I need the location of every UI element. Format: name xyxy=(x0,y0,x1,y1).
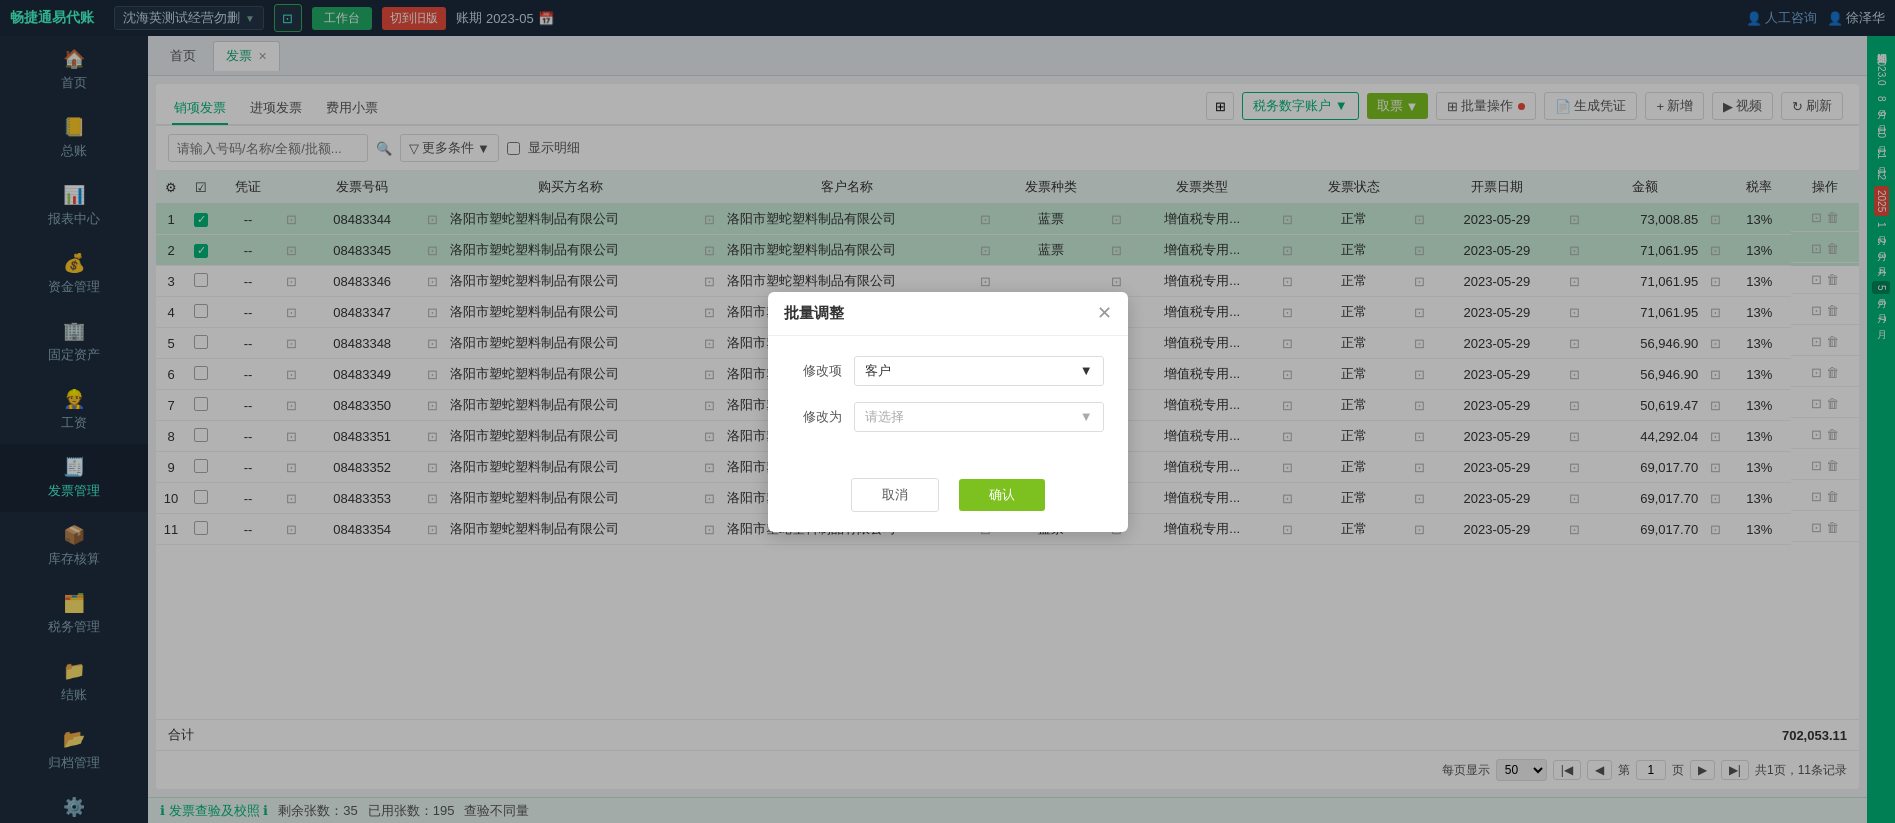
modal-title: 批量调整 xyxy=(784,304,844,323)
modal-footer: 取消 确认 xyxy=(768,468,1128,532)
chevron-down-icon: ▼ xyxy=(1080,409,1093,424)
modify-value-label: 修改为 xyxy=(792,408,842,426)
modify-field-row: 修改项 客户 ▼ xyxy=(792,356,1104,386)
chevron-down-icon: ▼ xyxy=(1080,363,1093,378)
batch-adjust-modal: 批量调整 ✕ 修改项 客户 ▼ 修改为 请选择 ▼ 取消 确认 xyxy=(768,292,1128,532)
modal-overlay: 批量调整 ✕ 修改项 客户 ▼ 修改为 请选择 ▼ 取消 确认 xyxy=(0,0,1895,823)
modify-field-select[interactable]: 客户 ▼ xyxy=(854,356,1104,386)
modal-body: 修改项 客户 ▼ 修改为 请选择 ▼ xyxy=(768,336,1128,468)
modify-value-select[interactable]: 请选择 ▼ xyxy=(854,402,1104,432)
modal-header: 批量调整 ✕ xyxy=(768,292,1128,336)
modify-value-row: 修改为 请选择 ▼ xyxy=(792,402,1104,432)
modify-field-value: 客户 xyxy=(865,362,891,380)
modify-value-placeholder: 请选择 xyxy=(865,408,904,426)
modal-close-button[interactable]: ✕ xyxy=(1097,304,1112,322)
cancel-button[interactable]: 取消 xyxy=(851,478,939,512)
confirm-button[interactable]: 确认 xyxy=(959,479,1045,511)
modify-field-label: 修改项 xyxy=(792,362,842,380)
